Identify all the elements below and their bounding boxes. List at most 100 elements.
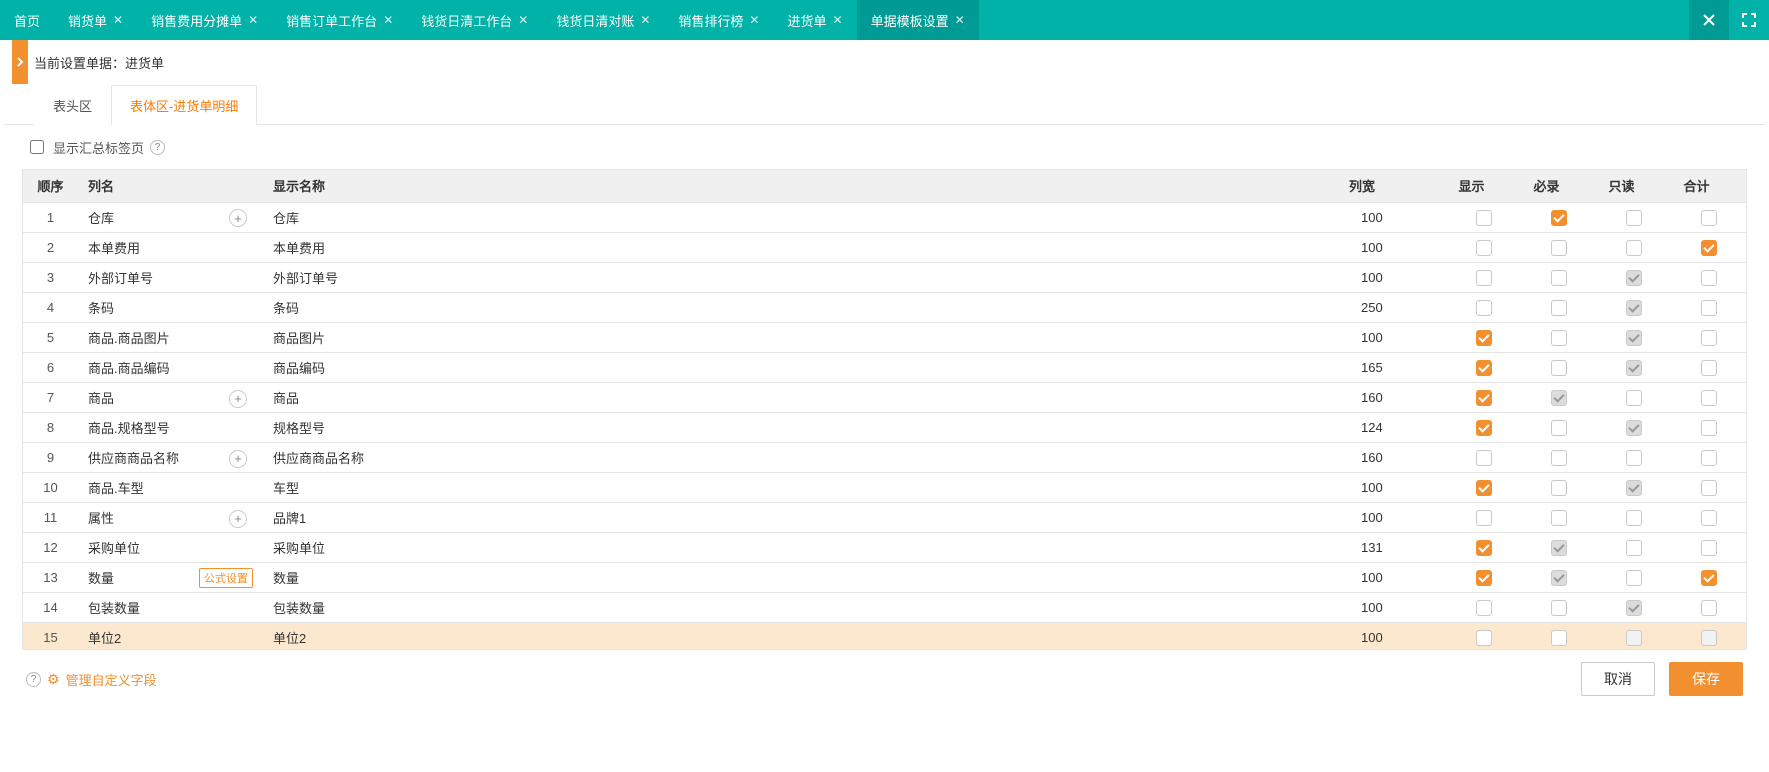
col-header-show[interactable]: 显示	[1434, 170, 1509, 202]
manage-custom-fields-link[interactable]: ? ⚙ 管理自定义字段	[26, 670, 157, 689]
checkbox[interactable]	[1701, 450, 1717, 466]
checkbox[interactable]	[1701, 300, 1717, 316]
add-sub-column-button[interactable]: +	[229, 510, 247, 528]
checkbox[interactable]	[1551, 270, 1567, 286]
close-icon[interactable]: ✕	[640, 13, 650, 27]
checkbox[interactable]	[1551, 240, 1567, 256]
save-button[interactable]: 保存	[1669, 662, 1743, 696]
table-row[interactable]: 2本单费用本单费用100	[23, 233, 1746, 263]
checkbox[interactable]	[1626, 210, 1642, 226]
checkbox[interactable]	[1701, 510, 1717, 526]
close-icon[interactable]: ✕	[113, 13, 123, 27]
checkbox[interactable]	[1701, 570, 1717, 586]
checkbox[interactable]	[1626, 450, 1642, 466]
add-sub-column-button[interactable]: +	[229, 209, 247, 227]
table-row[interactable]: 1仓库+仓库100	[23, 203, 1746, 233]
close-icon[interactable]: ✕	[518, 13, 528, 27]
checkbox[interactable]	[1551, 360, 1567, 376]
help-icon[interactable]: ?	[150, 140, 165, 155]
tabstrip-fullscreen-button[interactable]	[1729, 0, 1769, 40]
cell-width[interactable]: 131	[1351, 533, 1446, 563]
cell-width[interactable]: 160	[1351, 383, 1446, 413]
cell-width[interactable]: 100	[1351, 593, 1446, 623]
checkbox[interactable]	[1701, 240, 1717, 256]
table-row[interactable]: 14包装数量包装数量100	[23, 593, 1746, 623]
app-tab[interactable]: 钱货日清对账✕	[542, 0, 664, 40]
checkbox[interactable]	[1476, 540, 1492, 556]
add-sub-column-button[interactable]: +	[229, 390, 247, 408]
section-tab[interactable]: 表头区	[34, 85, 111, 125]
cell-width[interactable]: 100	[1351, 263, 1446, 293]
checkbox[interactable]	[1701, 480, 1717, 496]
app-tab[interactable]: 首页	[0, 0, 54, 40]
cell-display-name[interactable]: 单位2	[263, 623, 1351, 650]
app-tab[interactable]: 销售排行榜✕	[664, 0, 773, 40]
checkbox[interactable]	[1626, 510, 1642, 526]
table-row[interactable]: 15单位2单位2100	[23, 623, 1746, 650]
table-row[interactable]: 4条码条码250	[23, 293, 1746, 323]
checkbox[interactable]	[1551, 450, 1567, 466]
col-header-name[interactable]: 列名	[78, 170, 263, 202]
close-icon[interactable]: ✕	[749, 13, 759, 27]
col-header-total[interactable]: 合计	[1659, 170, 1734, 202]
cell-width[interactable]: 100	[1351, 203, 1446, 233]
cell-display-name[interactable]: 品牌1	[263, 503, 1351, 533]
cell-width[interactable]: 100	[1351, 233, 1446, 263]
cell-display-name[interactable]: 规格型号	[263, 413, 1351, 443]
col-header-readonly[interactable]: 只读	[1584, 170, 1659, 202]
cell-width[interactable]: 165	[1351, 353, 1446, 383]
app-tab[interactable]: 销售费用分摊单✕	[137, 0, 272, 40]
cell-display-name[interactable]: 条码	[263, 293, 1351, 323]
col-header-required[interactable]: 必录	[1509, 170, 1584, 202]
cell-display-name[interactable]: 外部订单号	[263, 263, 1351, 293]
checkbox[interactable]	[1551, 510, 1567, 526]
checkbox[interactable]	[1701, 420, 1717, 436]
cell-display-name[interactable]: 商品	[263, 383, 1351, 413]
checkbox[interactable]	[1626, 540, 1642, 556]
col-header-display[interactable]: 显示名称	[263, 170, 1339, 202]
checkbox[interactable]	[1701, 210, 1717, 226]
close-icon[interactable]: ✕	[955, 13, 965, 27]
add-sub-column-button[interactable]: +	[229, 450, 247, 468]
checkbox[interactable]	[1551, 210, 1567, 226]
cell-display-name[interactable]: 仓库	[263, 203, 1351, 233]
checkbox[interactable]	[1551, 300, 1567, 316]
table-row[interactable]: 5商品.商品图片商品图片100	[23, 323, 1746, 353]
checkbox[interactable]	[1476, 420, 1492, 436]
table-row[interactable]: 13数量公式设置数量100	[23, 563, 1746, 593]
cell-width[interactable]: 124	[1351, 413, 1446, 443]
checkbox[interactable]	[1476, 210, 1492, 226]
checkbox[interactable]	[1626, 390, 1642, 406]
cell-display-name[interactable]: 商品编码	[263, 353, 1351, 383]
checkbox[interactable]	[1551, 480, 1567, 496]
checkbox[interactable]	[1476, 360, 1492, 376]
cell-width[interactable]: 160	[1351, 443, 1446, 473]
checkbox[interactable]	[1476, 630, 1492, 646]
cell-display-name[interactable]: 包装数量	[263, 593, 1351, 623]
checkbox[interactable]	[1551, 420, 1567, 436]
cell-width[interactable]: 250	[1351, 293, 1446, 323]
cell-width[interactable]: 100	[1351, 623, 1446, 650]
close-icon[interactable]: ✕	[833, 13, 843, 27]
close-icon[interactable]: ✕	[383, 13, 393, 27]
table-row[interactable]: 6商品.商品编码商品编码165	[23, 353, 1746, 383]
checkbox[interactable]	[1701, 330, 1717, 346]
checkbox[interactable]	[1626, 240, 1642, 256]
checkbox[interactable]	[1476, 480, 1492, 496]
checkbox[interactable]	[1701, 600, 1717, 616]
table-row[interactable]: 10商品.车型车型100	[23, 473, 1746, 503]
table-row[interactable]: 12采购单位采购单位131	[23, 533, 1746, 563]
app-tab[interactable]: 销货单✕	[54, 0, 137, 40]
table-row[interactable]: 9供应商商品名称+供应商商品名称160	[23, 443, 1746, 473]
cell-display-name[interactable]: 商品图片	[263, 323, 1351, 353]
cell-display-name[interactable]: 车型	[263, 473, 1351, 503]
checkbox[interactable]	[1476, 390, 1492, 406]
checkbox[interactable]	[1476, 240, 1492, 256]
close-icon[interactable]: ✕	[248, 13, 258, 27]
checkbox[interactable]	[1701, 540, 1717, 556]
checkbox[interactable]	[1551, 600, 1567, 616]
checkbox[interactable]	[1476, 510, 1492, 526]
formula-settings-button[interactable]: 公式设置	[199, 568, 253, 588]
checkbox[interactable]	[1476, 270, 1492, 286]
table-row[interactable]: 7商品+商品160	[23, 383, 1746, 413]
